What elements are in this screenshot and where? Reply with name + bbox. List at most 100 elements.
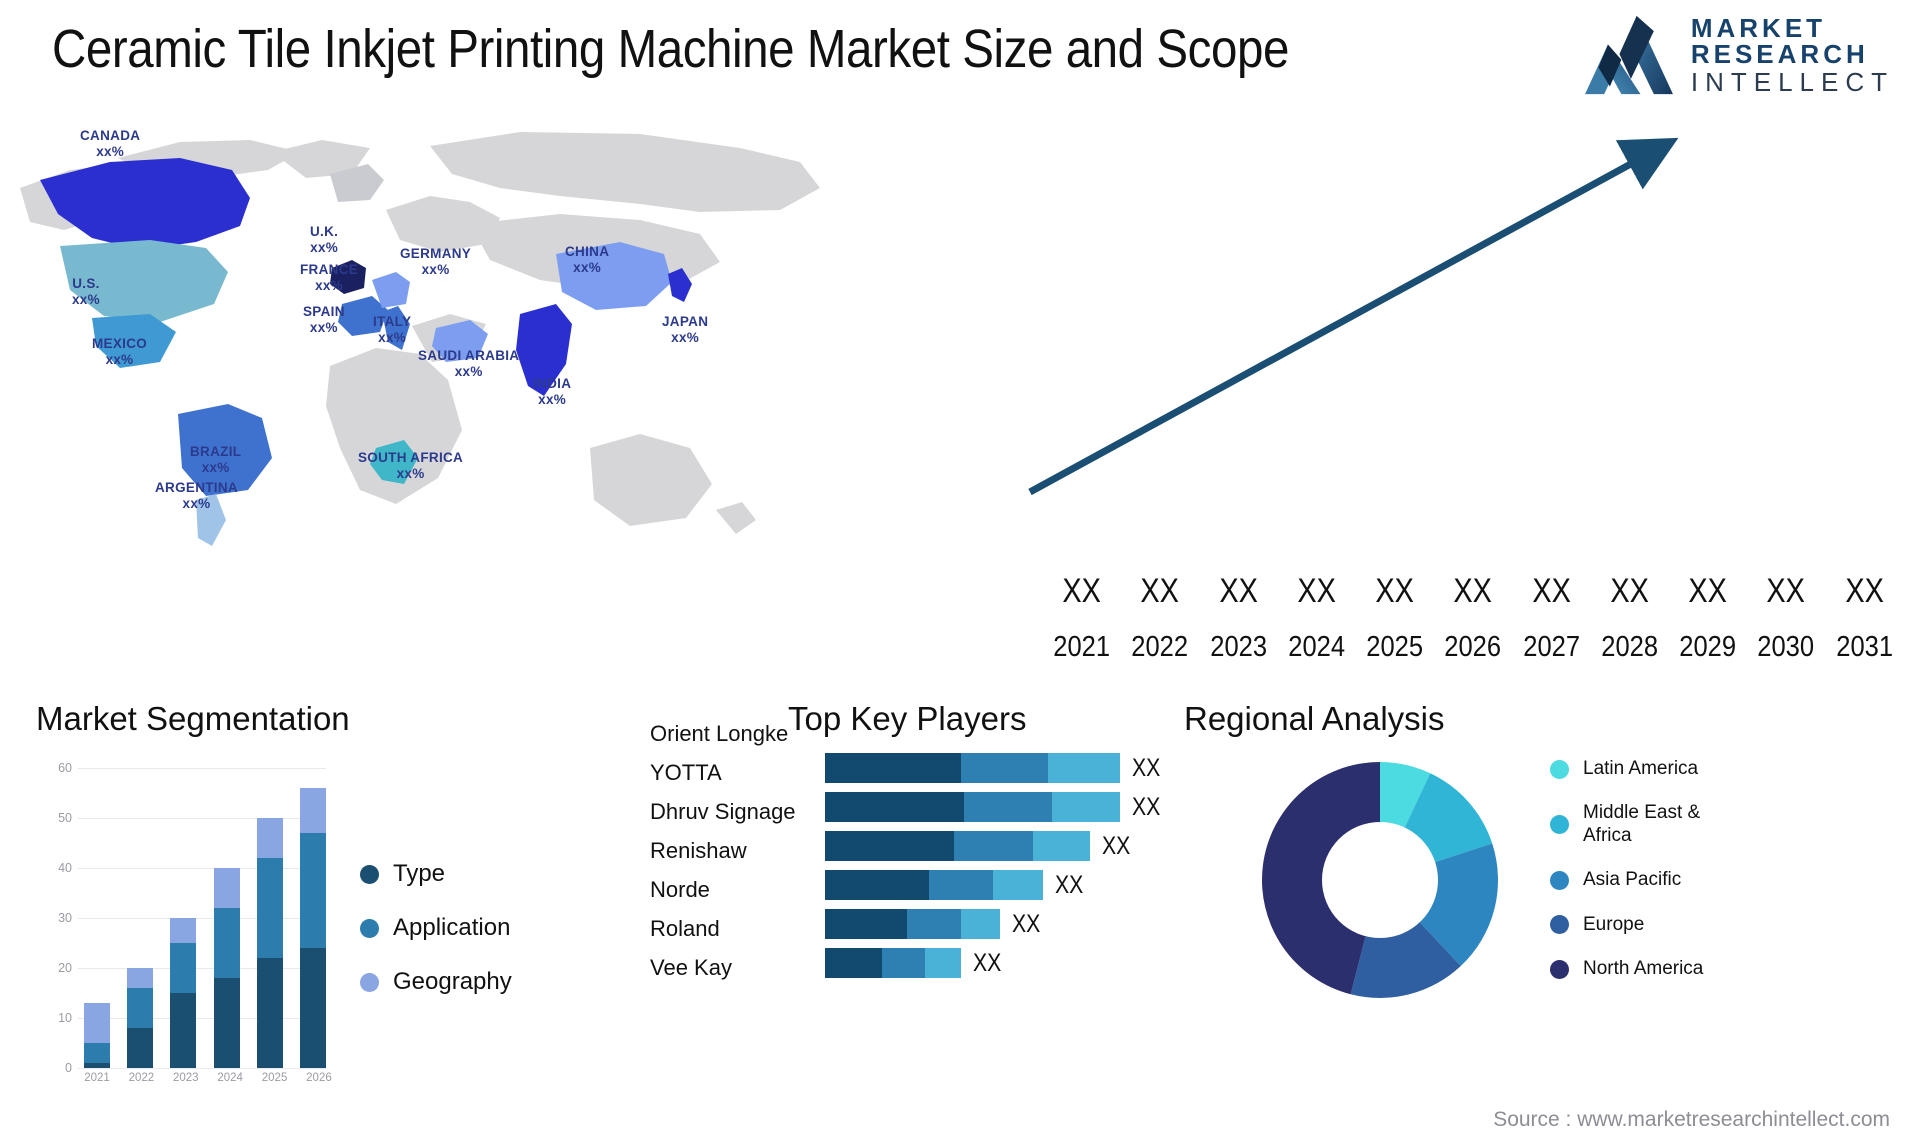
segmentation-segment-type: [256, 958, 283, 1068]
legend-swatch-icon: [360, 972, 379, 992]
segmentation-x-tick: 2022: [128, 1072, 155, 1084]
forecast-column-chart: XX XX XX XX XX XX XX XX XX XX XX 2021 2022 2023 2024 2…: [1020, 130, 1910, 670]
segmentation-y-tick: 40: [58, 861, 72, 875]
player-bar-row[interactable]: XX: [825, 753, 1165, 783]
segmentation-segment-geography: [299, 788, 326, 833]
segmentation-legend-item[interactable]: Application: [360, 914, 512, 942]
player-bar-row[interactable]: XX: [825, 909, 1165, 939]
map-country-name: U.K.: [310, 224, 339, 239]
regional-legend-item[interactable]: Latin America: [1550, 758, 1743, 780]
forecast-year-label: 2028: [1601, 631, 1658, 663]
forecast-value-label: XX: [1688, 572, 1728, 610]
player-bar: [825, 792, 1120, 822]
segmentation-column[interactable]: [299, 768, 326, 1068]
map-country-value: xx%: [96, 143, 125, 159]
player-bar-row[interactable]: XX: [825, 792, 1165, 822]
segmentation-segment-geography: [256, 818, 283, 858]
segmentation-bars: [84, 768, 326, 1068]
player-value-label: XX: [1055, 870, 1084, 899]
segmentation-x-tick: 2024: [217, 1072, 243, 1084]
segmentation-segment-application: [299, 833, 326, 948]
player-name-list: Orient Longke YOTTA Dhruv Signage Renishaw N…: [650, 714, 796, 987]
segmentation-segment-geography: [213, 868, 240, 908]
segmentation-segment-application: [256, 858, 283, 958]
segmentation-column[interactable]: [84, 768, 110, 1068]
segmentation-segment-type: [170, 993, 197, 1068]
segmentation-segment-type: [213, 978, 240, 1068]
player-segment-part-1: [825, 753, 962, 783]
segmentation-legend: Type Application Geography: [360, 860, 512, 996]
map-country-value: xx%: [309, 319, 338, 335]
map-country-value: xx%: [454, 363, 483, 379]
segmentation-segment-application: [213, 908, 240, 978]
world-map: CANADA xx% U.S. xx% MEXICO xx% BRAZIL xx% ARGENT…: [0, 118, 840, 558]
map-country-name: MEXICO: [92, 336, 148, 351]
segmentation-x-tick: 2023: [172, 1072, 199, 1084]
player-bar: [825, 753, 1120, 783]
forecast-value-label: XX: [1375, 572, 1414, 610]
regional-legend-label: North America: [1583, 958, 1704, 980]
segmentation-y-tick: 30: [58, 911, 72, 925]
regional-legend: Latin America Middle East & Africa Asia Pa…: [1550, 758, 1743, 980]
regional-legend-item[interactable]: North America: [1550, 958, 1743, 980]
forecast-year-label: 2030: [1757, 631, 1815, 663]
segmentation-legend-label: Type: [393, 860, 446, 887]
forecast-year-axis: 2021 2022 2023 2024 2025 2026 2027 2028 2029 2030…: [1048, 631, 1898, 664]
map-label-south-africa: SOUTH AFRICA xx%: [358, 450, 463, 482]
segmentation-legend-item[interactable]: Type: [360, 860, 512, 888]
map-label-china: CHINA xx%: [565, 244, 609, 276]
map-country-value: xx%: [201, 459, 230, 475]
player-segment-part-1: [825, 870, 929, 900]
map-country-value: xx%: [671, 329, 700, 345]
player-segment-part-2: [963, 792, 1052, 822]
forecast-year-label: 2021: [1053, 631, 1111, 663]
player-segment-part-3: [1032, 831, 1090, 861]
segmentation-legend-item[interactable]: Geography: [360, 968, 512, 996]
regional-legend-item[interactable]: Middle East & Africa: [1550, 802, 1743, 847]
player-bar-row[interactable]: XX: [825, 870, 1165, 900]
segmentation-column[interactable]: [213, 768, 240, 1068]
legend-swatch-icon: [1550, 870, 1569, 890]
regional-legend-label: Europe: [1583, 913, 1645, 935]
player-segment-part-1: [825, 909, 908, 939]
player-bar-row[interactable]: XX: [825, 948, 1165, 978]
regional-donut-chart: [1262, 762, 1498, 998]
player-segment-part-3: [993, 870, 1044, 900]
regional-legend-item[interactable]: Asia Pacific: [1550, 869, 1743, 891]
map-country-name: ARGENTINA: [155, 480, 238, 495]
map-country-name: CHINA: [565, 244, 610, 259]
forecast-value-label: XX: [1531, 572, 1571, 610]
player-bar: [825, 909, 1001, 939]
regional-legend-item[interactable]: Europe: [1550, 914, 1743, 936]
segmentation-column[interactable]: [127, 768, 154, 1068]
map-country-value: xx%: [105, 351, 134, 367]
map-country-value: xx%: [538, 391, 567, 407]
player-bar-row[interactable]: XX: [825, 831, 1165, 861]
regional-legend-label: Middle East & Africa: [1583, 802, 1701, 846]
map-label-france: FRANCE xx%: [300, 262, 358, 294]
map-country-name: FRANCE: [300, 262, 359, 277]
map-country-value: xx%: [573, 259, 602, 275]
forecast-year-label: 2022: [1131, 631, 1189, 663]
player-segment-part-2: [882, 948, 926, 978]
map-country-name: ITALY: [373, 314, 412, 329]
player-segment-part-3: [925, 948, 962, 978]
segmentation-segment-application: [127, 988, 154, 1028]
forecast-value-label: XX: [1140, 572, 1180, 610]
legend-swatch-icon: [1550, 815, 1569, 835]
player-segment-part-3: [1048, 753, 1120, 783]
segmentation-column[interactable]: [256, 768, 283, 1068]
map-country-value: xx%: [315, 277, 343, 293]
segmentation-column[interactable]: [170, 768, 197, 1068]
map-country-name: SAUDI ARABIA: [418, 348, 520, 363]
regional-analysis-title: Regional Analysis: [1184, 700, 1445, 737]
segmentation-segment-type: [299, 948, 326, 1068]
legend-swatch-icon: [360, 864, 379, 884]
segmentation-x-tick: 2021: [84, 1072, 110, 1084]
map-country-value: xx%: [72, 291, 100, 307]
segmentation-x-axis: 2021 2022 2023 2024 2025 2026: [84, 1072, 332, 1084]
map-country-value: xx%: [310, 239, 339, 255]
logo-line-2: RESEARCH: [1690, 39, 1869, 69]
player-name: Roland: [650, 915, 720, 941]
legend-swatch-icon: [1550, 759, 1569, 779]
